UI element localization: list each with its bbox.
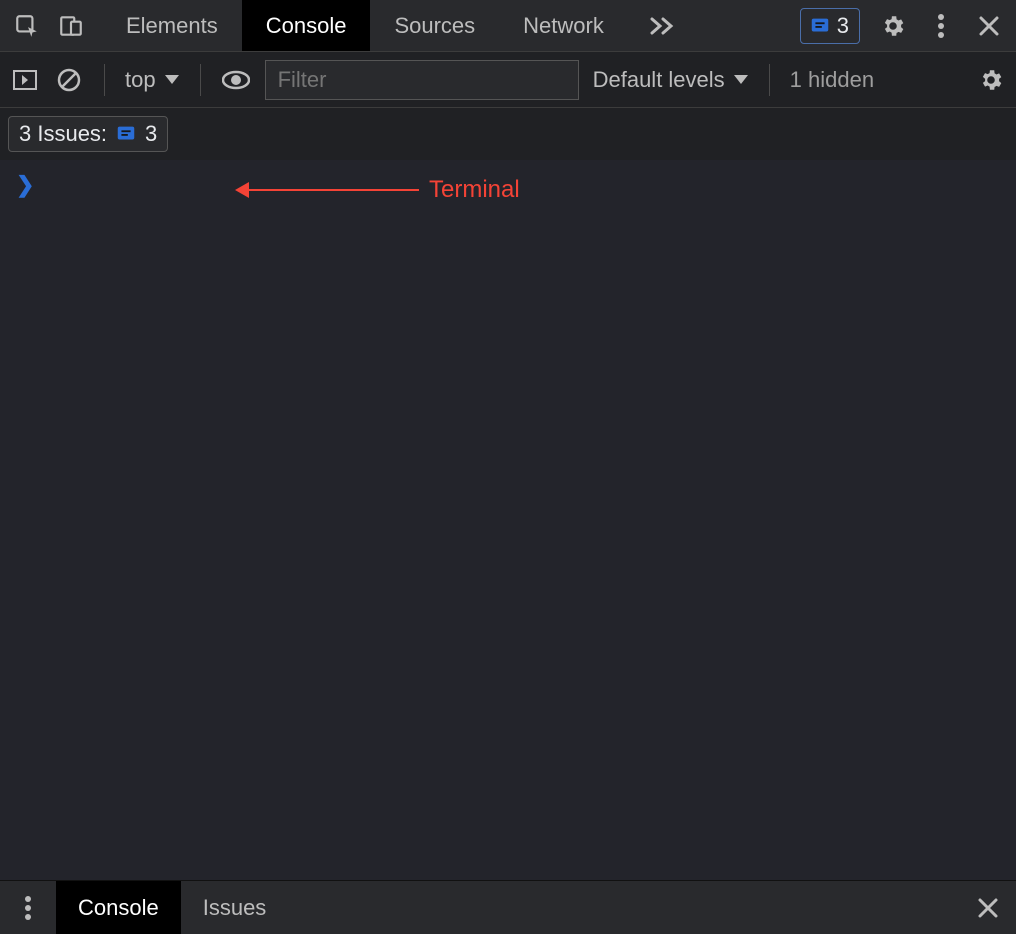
- close-devtools-icon[interactable]: [974, 11, 1004, 41]
- annotation-arrow: Terminal: [235, 176, 520, 204]
- console-body[interactable]: ❯ Terminal: [0, 160, 1016, 880]
- issues-chip-label: 3 Issues:: [19, 121, 107, 147]
- devtools-topbar: Elements Console Sources Network 3: [0, 0, 1016, 52]
- issues-icon: [809, 15, 831, 37]
- log-levels-selector[interactable]: Default levels: [593, 67, 749, 93]
- separator: [769, 64, 770, 96]
- issues-chip[interactable]: 3 Issues: 3: [8, 116, 168, 152]
- clear-console-icon[interactable]: [54, 65, 84, 95]
- tab-console[interactable]: Console: [242, 0, 371, 51]
- tab-elements[interactable]: Elements: [102, 0, 242, 51]
- issues-chip-count: 3: [145, 121, 157, 147]
- drawer: Console Issues: [0, 880, 1016, 934]
- console-prompt-icon: ❯: [16, 172, 34, 198]
- live-expression-icon[interactable]: [221, 65, 251, 95]
- kebab-menu-icon[interactable]: [926, 11, 956, 41]
- context-selector[interactable]: top: [125, 67, 180, 93]
- issues-badge-count: 3: [837, 13, 849, 39]
- context-selector-label: top: [125, 67, 156, 93]
- drawer-tab-issues[interactable]: Issues: [181, 881, 289, 934]
- device-toggle-icon[interactable]: [56, 11, 86, 41]
- toggle-sidebar-icon[interactable]: [10, 65, 40, 95]
- console-toolbar: top Default levels 1 hidden: [0, 52, 1016, 108]
- chevron-down-icon: [733, 74, 749, 86]
- hidden-messages-text[interactable]: 1 hidden: [790, 67, 874, 93]
- separator: [200, 64, 201, 96]
- drawer-tab-console[interactable]: Console: [56, 881, 181, 934]
- separator: [104, 64, 105, 96]
- log-levels-label: Default levels: [593, 67, 725, 93]
- drawer-menu-icon[interactable]: [0, 881, 56, 934]
- chevron-down-icon: [164, 74, 180, 86]
- issues-icon: [115, 123, 137, 145]
- filter-input[interactable]: [265, 60, 579, 100]
- annotation-label: Terminal: [429, 176, 520, 204]
- settings-icon[interactable]: [878, 11, 908, 41]
- more-tabs-button[interactable]: [634, 15, 690, 37]
- drawer-close-icon[interactable]: [960, 881, 1016, 934]
- tab-network[interactable]: Network: [499, 0, 628, 51]
- console-settings-icon[interactable]: [976, 65, 1006, 95]
- issues-badge-button[interactable]: 3: [800, 8, 860, 44]
- issues-row: 3 Issues: 3: [0, 108, 1016, 160]
- tab-sources[interactable]: Sources: [370, 0, 499, 51]
- inspect-element-icon[interactable]: [12, 11, 42, 41]
